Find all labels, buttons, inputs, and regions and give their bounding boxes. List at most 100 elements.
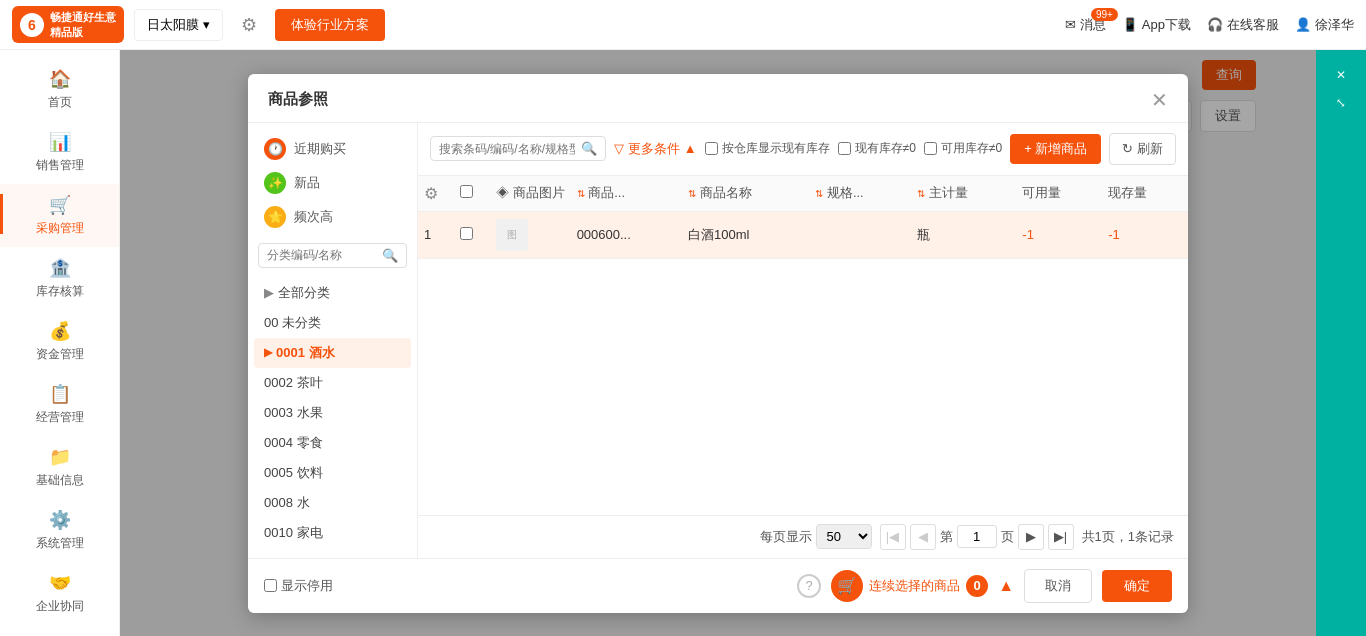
- product-table-body: 1 图 000600... 白酒100ml 瓶: [418, 211, 1188, 258]
- message-icon: ✉: [1065, 17, 1076, 32]
- warehouse-checkbox[interactable]: [705, 142, 718, 155]
- system-icon: ⚙️: [49, 509, 71, 531]
- th-checkbox: [454, 176, 490, 212]
- page-label: 第: [940, 528, 953, 546]
- app-download-button[interactable]: 📱 App下载: [1122, 16, 1191, 34]
- cancel-button[interactable]: 取消: [1024, 569, 1092, 603]
- refresh-button[interactable]: ↻ 刷新: [1109, 133, 1176, 165]
- new-label: 新品: [294, 174, 320, 192]
- high-frequency-btn[interactable]: ⭐ 频次高: [258, 201, 407, 233]
- product-reference-modal: 商品参照 ✕ 🕐 近期购买 ✨: [248, 74, 1188, 613]
- cat-0002[interactable]: 0002 茶叶: [254, 368, 411, 398]
- cart-area[interactable]: 🛒 连续选择的商品 0: [831, 570, 988, 602]
- existing-checkbox[interactable]: [838, 142, 851, 155]
- messages-button[interactable]: ✉ 消息 99+: [1065, 16, 1106, 34]
- home-icon: 🏠: [49, 68, 71, 90]
- finance-icon: 💰: [49, 320, 71, 342]
- cat-all-expand: ▶: [264, 285, 274, 300]
- settings-icon[interactable]: ⚙: [233, 9, 265, 41]
- cat-0002-label: 0002 茶叶: [264, 374, 323, 392]
- next-page-button[interactable]: ▶: [1018, 524, 1044, 550]
- available-filter[interactable]: 可用库存≠0: [924, 140, 1002, 157]
- sidebar-label-operation: 经营管理: [36, 409, 84, 426]
- add-product-button[interactable]: + 新增商品: [1010, 134, 1101, 164]
- collapse-icon[interactable]: ▲: [998, 577, 1014, 595]
- sidebar-item-inventory[interactable]: 🏦 库存核算: [0, 247, 119, 310]
- new-product-btn[interactable]: ✨ 新品: [258, 167, 407, 199]
- product-table-wrap: ⚙ ◈ 商品图片 ⇅ 商品...: [418, 176, 1188, 515]
- cat-0008[interactable]: 0008 水: [254, 488, 411, 518]
- collapse-panel-button[interactable]: 《: [417, 340, 418, 376]
- more-filters-button[interactable]: ▽ 更多条件 ▲: [614, 140, 697, 158]
- td-spec: [809, 211, 911, 258]
- cat-00[interactable]: 00 未分类: [254, 308, 411, 338]
- cat-search-icon[interactable]: 🔍: [382, 248, 398, 263]
- sidebar-item-purchase[interactable]: 🛒 采购管理: [0, 184, 119, 247]
- first-page-button[interactable]: |◀: [880, 524, 906, 550]
- cat-0005[interactable]: 0005 饮料: [254, 458, 411, 488]
- td-available: -1: [1016, 211, 1102, 258]
- display-disabled-toggle[interactable]: 显示停用: [264, 577, 333, 595]
- disabled-checkbox[interactable]: [264, 579, 277, 592]
- sales-icon: 📊: [49, 131, 71, 153]
- quick-filter-buttons: 🕐 近期购买 ✨ 新品 ⭐ 频次高: [248, 133, 417, 233]
- th-code[interactable]: ⇅ 商品...: [571, 176, 682, 212]
- help-button[interactable]: ?: [797, 574, 821, 598]
- filter-label: 更多条件: [628, 140, 680, 158]
- th-img-sort[interactable]: ◈: [496, 185, 509, 200]
- category-panel: 🕐 近期购买 ✨ 新品 ⭐ 频次高: [248, 123, 418, 558]
- confirm-button[interactable]: 确定: [1102, 570, 1172, 602]
- cat-all[interactable]: ▶ 全部分类: [254, 278, 411, 308]
- table-row[interactable]: 1 图 000600... 白酒100ml 瓶: [418, 211, 1188, 258]
- select-all-checkbox[interactable]: [460, 185, 473, 198]
- th-spec[interactable]: ⇅ 规格...: [809, 176, 911, 212]
- product-image: 图: [496, 219, 528, 251]
- cat-0010[interactable]: 0010 家电: [254, 518, 411, 548]
- recent-purchase-btn[interactable]: 🕐 近期购买: [258, 133, 407, 165]
- sidebar-label-sales: 销售管理: [36, 157, 84, 174]
- user-avatar[interactable]: 👤 徐泽华: [1295, 16, 1354, 34]
- th-img: ◈ 商品图片: [490, 176, 571, 212]
- modal-close-button[interactable]: ✕: [1151, 88, 1168, 112]
- right-panel-close[interactable]: ✕: [1330, 60, 1352, 90]
- right-panel-expand[interactable]: ⤢: [1330, 90, 1352, 116]
- sidebar-label-purchase: 采购管理: [36, 220, 84, 237]
- page-input[interactable]: [957, 525, 997, 548]
- th-name[interactable]: ⇅ 商品名称: [682, 176, 809, 212]
- table-settings-icon[interactable]: ⚙: [424, 185, 438, 202]
- td-name: 白酒100ml: [682, 211, 809, 258]
- online-service-button[interactable]: 🎧 在线客服: [1207, 16, 1279, 34]
- store-selector[interactable]: 日太阳膜 ▾: [134, 9, 223, 41]
- th-settings: ⚙: [418, 176, 454, 212]
- td-unit: 瓶: [911, 211, 1016, 258]
- existing-filter[interactable]: 现有库存≠0: [838, 140, 916, 157]
- available-checkbox[interactable]: [924, 142, 937, 155]
- sidebar-item-guide[interactable]: 🎓 新手引导: [0, 625, 119, 636]
- trial-button[interactable]: 体验行业方案: [275, 9, 385, 41]
- last-page-button[interactable]: ▶|: [1048, 524, 1074, 550]
- sidebar-item-collab[interactable]: 🤝 企业协同: [0, 562, 119, 625]
- logo: 6 畅捷通好生意 精品版: [12, 6, 124, 43]
- cat-0001[interactable]: ▶ 0001 酒水: [254, 338, 411, 368]
- row-checkbox[interactable]: [460, 227, 473, 240]
- th-unit[interactable]: ⇅ 主计量: [911, 176, 1016, 212]
- product-search-input[interactable]: [439, 142, 575, 156]
- cat-0003[interactable]: 0003 水果: [254, 398, 411, 428]
- sidebar-item-base[interactable]: 📁 基础信息: [0, 436, 119, 499]
- per-page-dropdown[interactable]: 50 100 200: [816, 524, 872, 549]
- cat-0010-label: 0010 家电: [264, 524, 323, 542]
- sidebar-item-operation[interactable]: 📋 经营管理: [0, 373, 119, 436]
- prev-page-button[interactable]: ◀: [910, 524, 936, 550]
- cat-all-label: 全部分类: [278, 284, 330, 302]
- cat-0004-label: 0004 零食: [264, 434, 323, 452]
- category-search-input[interactable]: [267, 248, 376, 262]
- disabled-label: 显示停用: [281, 577, 333, 595]
- sidebar-item-sales[interactable]: 📊 销售管理: [0, 121, 119, 184]
- cat-0004[interactable]: 0004 零食: [254, 428, 411, 458]
- search-icon[interactable]: 🔍: [581, 141, 597, 156]
- sidebar-item-finance[interactable]: 💰 资金管理: [0, 310, 119, 373]
- sidebar-item-system[interactable]: ⚙️ 系统管理: [0, 499, 119, 562]
- warehouse-filter[interactable]: 按仓库显示现有库存: [705, 140, 830, 157]
- sidebar: 🏠 首页 📊 销售管理 🛒 采购管理 🏦 库存核算 💰 资金管理 📋 经营管理 …: [0, 50, 120, 636]
- sidebar-item-home[interactable]: 🏠 首页: [0, 58, 119, 121]
